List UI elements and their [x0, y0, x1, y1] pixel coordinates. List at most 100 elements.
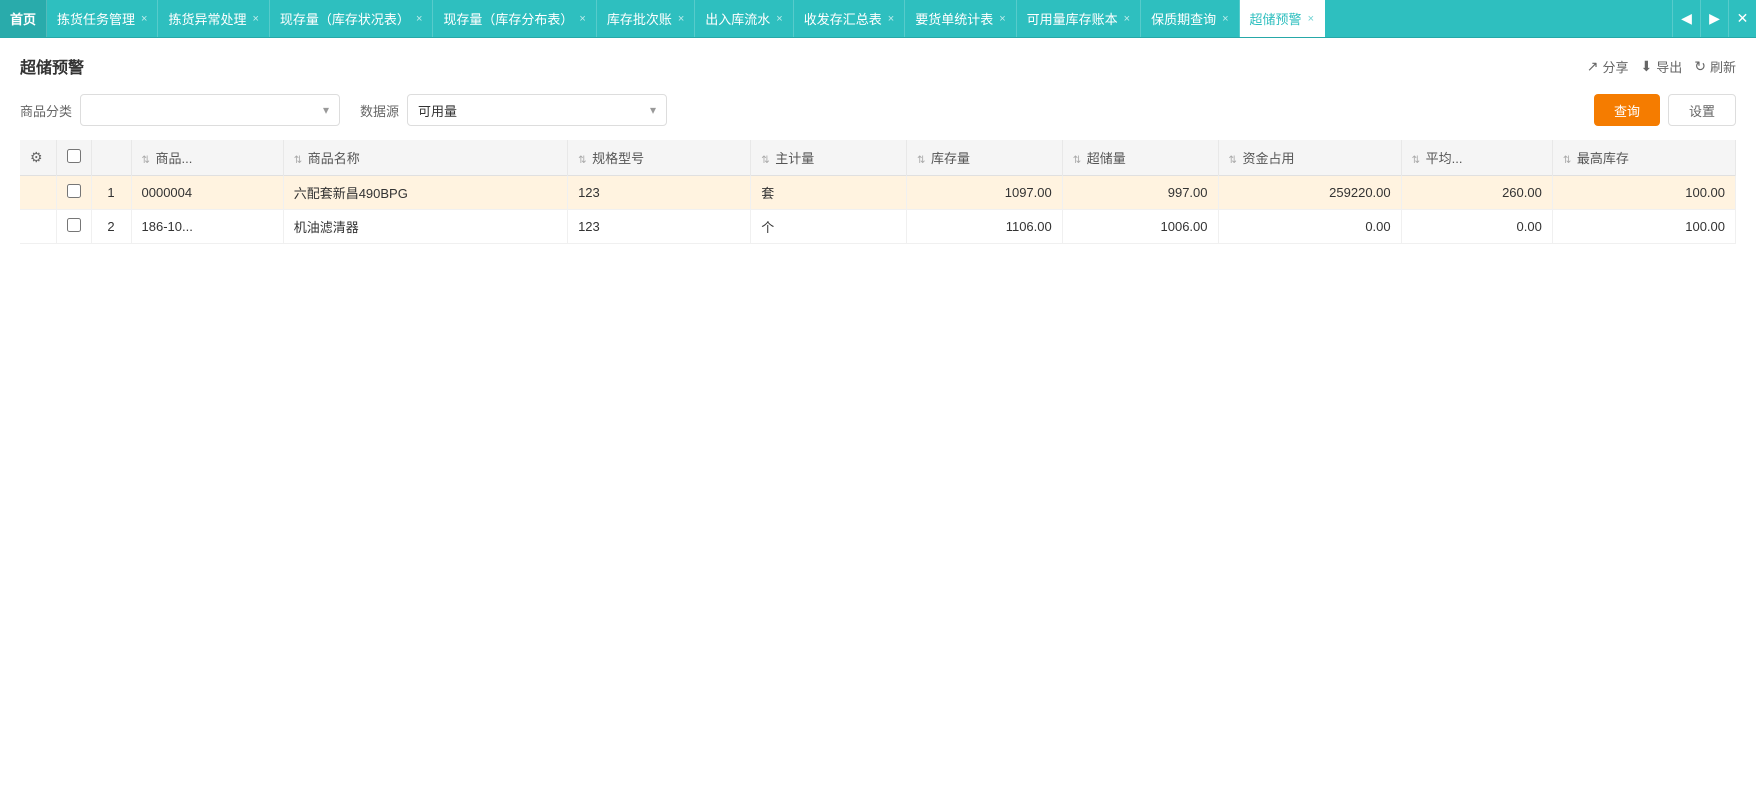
- page-title: 超储预警: [20, 54, 84, 78]
- col-product-code[interactable]: ⇅ 商品...: [131, 140, 283, 176]
- close-order-stats-icon[interactable]: ×: [999, 13, 1005, 25]
- filter-row: 商品分类 ▾ 数据源 可用量 ▾ 查询 设置: [20, 94, 1736, 126]
- category-label: 商品分类: [20, 101, 72, 120]
- nav-item-inventory-status[interactable]: 现存量（库存状况表） ×: [270, 0, 433, 37]
- close-pick-exception-icon[interactable]: ×: [252, 13, 258, 25]
- close-pick-task-icon[interactable]: ×: [141, 13, 147, 25]
- row-capital: 0.00: [1218, 210, 1401, 244]
- table-body: 1 0000004 六配套新昌490BPG 123 套 1097.00 997.…: [20, 176, 1736, 244]
- refresh-label: 刷新: [1710, 57, 1736, 76]
- nav-item-order-stats[interactable]: 要货单统计表 ×: [905, 0, 1016, 37]
- sort-max-stock-icon: ⇅: [1563, 155, 1571, 166]
- sort-avg-icon: ⇅: [1412, 155, 1420, 166]
- row-num-cell: 1: [91, 176, 131, 210]
- col-product-name-label: 商品名称: [308, 151, 360, 166]
- close-collect-summary-icon[interactable]: ×: [888, 13, 894, 25]
- sort-unit-icon: ⇅: [761, 155, 769, 166]
- row-avg: 0.00: [1401, 210, 1552, 244]
- refresh-icon: ↻: [1694, 58, 1706, 75]
- nav-item-overstock-warning[interactable]: 超储预警 ×: [1240, 0, 1325, 37]
- col-max-stock-label: 最高库存: [1577, 151, 1629, 166]
- nav-item-batch-account[interactable]: 库存批次账 ×: [597, 0, 695, 37]
- close-inventory-status-icon[interactable]: ×: [416, 13, 422, 25]
- sort-overstock-icon: ⇅: [1073, 155, 1081, 166]
- datasource-select[interactable]: 可用量 ▾: [407, 94, 667, 126]
- col-overstock[interactable]: ⇅ 超储量: [1062, 140, 1218, 176]
- share-button[interactable]: ↗ 分享: [1587, 57, 1629, 76]
- nav-item-inventory-dist[interactable]: 现存量（库存分布表） ×: [433, 0, 596, 37]
- col-row-num: [91, 140, 131, 176]
- nav-inout-flow-label: 出入库流水: [705, 9, 770, 28]
- category-select[interactable]: ▾: [80, 94, 340, 126]
- nav-overstock-warning-label: 超储预警: [1250, 9, 1302, 28]
- table-row: 2 186-10... 机油滤清器 123 个 1106.00 1006.00 …: [20, 210, 1736, 244]
- row-spec: 123: [568, 176, 751, 210]
- nav-item-collect-summary[interactable]: 收发存汇总表 ×: [794, 0, 905, 37]
- nav-item-shelf-life[interactable]: 保质期查询 ×: [1141, 0, 1239, 37]
- row-product-code: 186-10...: [131, 210, 283, 244]
- nav-arrows: ◀ ▶ ✕: [1672, 0, 1756, 38]
- select-all-checkbox[interactable]: [67, 149, 81, 163]
- nav-available-book-label: 可用量库存账本: [1027, 9, 1118, 28]
- close-shelf-life-icon[interactable]: ×: [1222, 13, 1228, 25]
- col-capital-label: 资金占用: [1243, 151, 1295, 166]
- nav-prev-button[interactable]: ◀: [1672, 0, 1700, 38]
- datasource-label: 数据源: [360, 101, 399, 120]
- category-filter-group: 商品分类 ▾: [20, 94, 340, 126]
- row-checkbox[interactable]: [67, 218, 81, 232]
- col-unit-label: 主计量: [775, 151, 814, 166]
- nav-next-button[interactable]: ▶: [1700, 0, 1728, 38]
- col-spec[interactable]: ⇅ 规格型号: [568, 140, 751, 176]
- nav-pick-exception-label: 拣货异常处理: [168, 9, 246, 28]
- row-settings-cell: [20, 210, 56, 244]
- row-unit: 个: [751, 210, 907, 244]
- row-spec: 123: [568, 210, 751, 244]
- close-available-book-icon[interactable]: ×: [1124, 13, 1130, 25]
- sort-stock-icon: ⇅: [917, 155, 925, 166]
- col-avg-label: 平均...: [1426, 151, 1463, 166]
- export-button[interactable]: ⬇ 导出: [1641, 57, 1683, 76]
- col-unit[interactable]: ⇅ 主计量: [751, 140, 907, 176]
- export-icon: ⬇: [1641, 58, 1653, 75]
- col-capital[interactable]: ⇅ 资金占用: [1218, 140, 1401, 176]
- row-num-cell: 2: [91, 210, 131, 244]
- close-inventory-dist-icon[interactable]: ×: [579, 13, 585, 25]
- gear-icon[interactable]: ⚙: [30, 149, 43, 165]
- col-max-stock[interactable]: ⇅ 最高库存: [1552, 140, 1735, 176]
- col-settings[interactable]: ⚙: [20, 140, 56, 176]
- share-icon: ↗: [1587, 58, 1599, 75]
- close-batch-account-icon[interactable]: ×: [678, 13, 684, 25]
- settings-button[interactable]: 设置: [1668, 94, 1736, 126]
- nav-close-all-button[interactable]: ✕: [1728, 0, 1756, 38]
- col-stock[interactable]: ⇅ 库存量: [906, 140, 1062, 176]
- filter-buttons: 查询 设置: [1594, 94, 1736, 126]
- row-capital: 259220.00: [1218, 176, 1401, 210]
- close-overstock-warning-icon[interactable]: ×: [1308, 13, 1314, 25]
- row-stock: 1097.00: [906, 176, 1062, 210]
- sort-spec-icon: ⇅: [578, 155, 586, 166]
- datasource-value: 可用量: [418, 101, 457, 120]
- col-avg[interactable]: ⇅ 平均...: [1401, 140, 1552, 176]
- row-checkbox-cell[interactable]: [56, 210, 91, 244]
- datasource-filter-group: 数据源 可用量 ▾: [360, 94, 667, 126]
- page-header: 超储预警 ↗ 分享 ⬇ 导出 ↻ 刷新: [20, 54, 1736, 78]
- nav-item-home[interactable]: 首页: [0, 0, 47, 37]
- row-product-code: 0000004: [131, 176, 283, 210]
- nav-item-available-book[interactable]: 可用量库存账本 ×: [1017, 0, 1141, 37]
- nav-item-pick-task[interactable]: 拣货任务管理 ×: [47, 0, 158, 37]
- header-actions: ↗ 分享 ⬇ 导出 ↻ 刷新: [1587, 57, 1736, 76]
- close-inout-flow-icon[interactable]: ×: [776, 13, 782, 25]
- nav-item-inout-flow[interactable]: 出入库流水 ×: [695, 0, 793, 37]
- query-button[interactable]: 查询: [1594, 94, 1660, 126]
- datasource-chevron-icon: ▾: [650, 103, 656, 117]
- col-spec-label: 规格型号: [592, 151, 644, 166]
- col-checkbox[interactable]: [56, 140, 91, 176]
- col-product-name[interactable]: ⇅ 商品名称: [283, 140, 567, 176]
- nav-item-pick-exception[interactable]: 拣货异常处理 ×: [158, 0, 269, 37]
- sort-capital-icon: ⇅: [1229, 155, 1237, 166]
- export-label: 导出: [1656, 57, 1682, 76]
- refresh-button[interactable]: ↻ 刷新: [1694, 57, 1736, 76]
- top-nav: 首页 拣货任务管理 × 拣货异常处理 × 现存量（库存状况表） × 现存量（库存…: [0, 0, 1756, 38]
- row-checkbox-cell[interactable]: [56, 176, 91, 210]
- row-checkbox[interactable]: [67, 184, 81, 198]
